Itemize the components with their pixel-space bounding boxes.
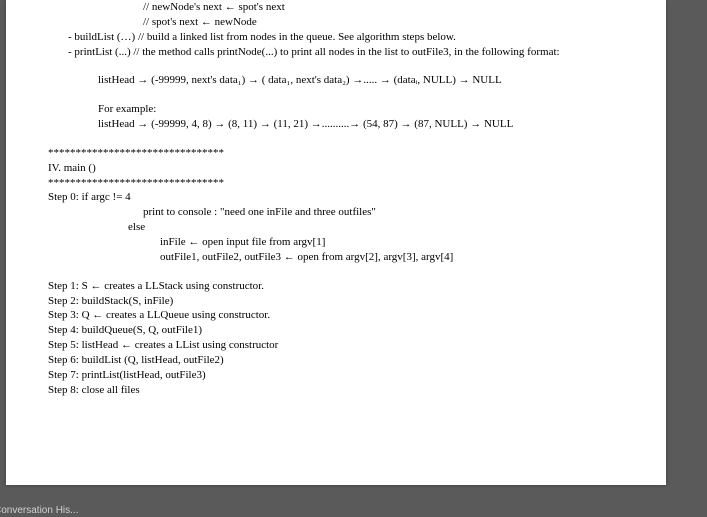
step-3: Step 3: Q ← creates a LLQueue using cons… bbox=[48, 308, 651, 323]
example-line: listHead → (-99999, 4, 8) → (8, 11) → (1… bbox=[98, 117, 651, 132]
list-format-line: listHead → (-99999, next's data₁) → ( da… bbox=[98, 73, 651, 88]
section-title: IV. main () bbox=[48, 161, 651, 176]
step-8: Step 8: close all files bbox=[48, 383, 651, 398]
separator-bottom: ******************************** bbox=[48, 176, 651, 191]
step-1: Step 1: S ← creates a LLStack using cons… bbox=[48, 279, 651, 294]
step-0-outfile: outFile1, outFile2, outFile3 ← open from… bbox=[160, 250, 651, 265]
step-0-infile: inFile ← open input file from argv[1] bbox=[160, 235, 651, 250]
step-0: Step 0: if argc != 4 bbox=[48, 190, 651, 205]
step-5: Step 5: listHead ← creates a LList using… bbox=[48, 338, 651, 353]
separator-top: ******************************** bbox=[48, 146, 651, 161]
step-2: Step 2: buildStack(S, inFile) bbox=[48, 294, 651, 309]
method-buildlist: - buildList (…) // build a linked list f… bbox=[68, 30, 651, 45]
footer-text: Conversation His... bbox=[0, 504, 78, 517]
example-label: For example: bbox=[98, 102, 651, 117]
comment-line-2: // spot's next ← newNode bbox=[143, 15, 651, 30]
step-0-else: else bbox=[128, 220, 651, 235]
step-7: Step 7: printList(listHead, outFile3) bbox=[48, 368, 651, 383]
step-0-print: print to console : "need one inFile and … bbox=[143, 205, 651, 220]
document-page: // newNode's next ← spot's next // spot'… bbox=[6, 0, 666, 485]
step-4: Step 4: buildQueue(S, Q, outFile1) bbox=[48, 323, 651, 338]
comment-line-1: // newNode's next ← spot's next bbox=[143, 0, 651, 15]
method-printlist: - printList (...) // the method calls pr… bbox=[68, 45, 651, 60]
step-6: Step 6: buildList (Q, listHead, outFile2… bbox=[48, 353, 651, 368]
